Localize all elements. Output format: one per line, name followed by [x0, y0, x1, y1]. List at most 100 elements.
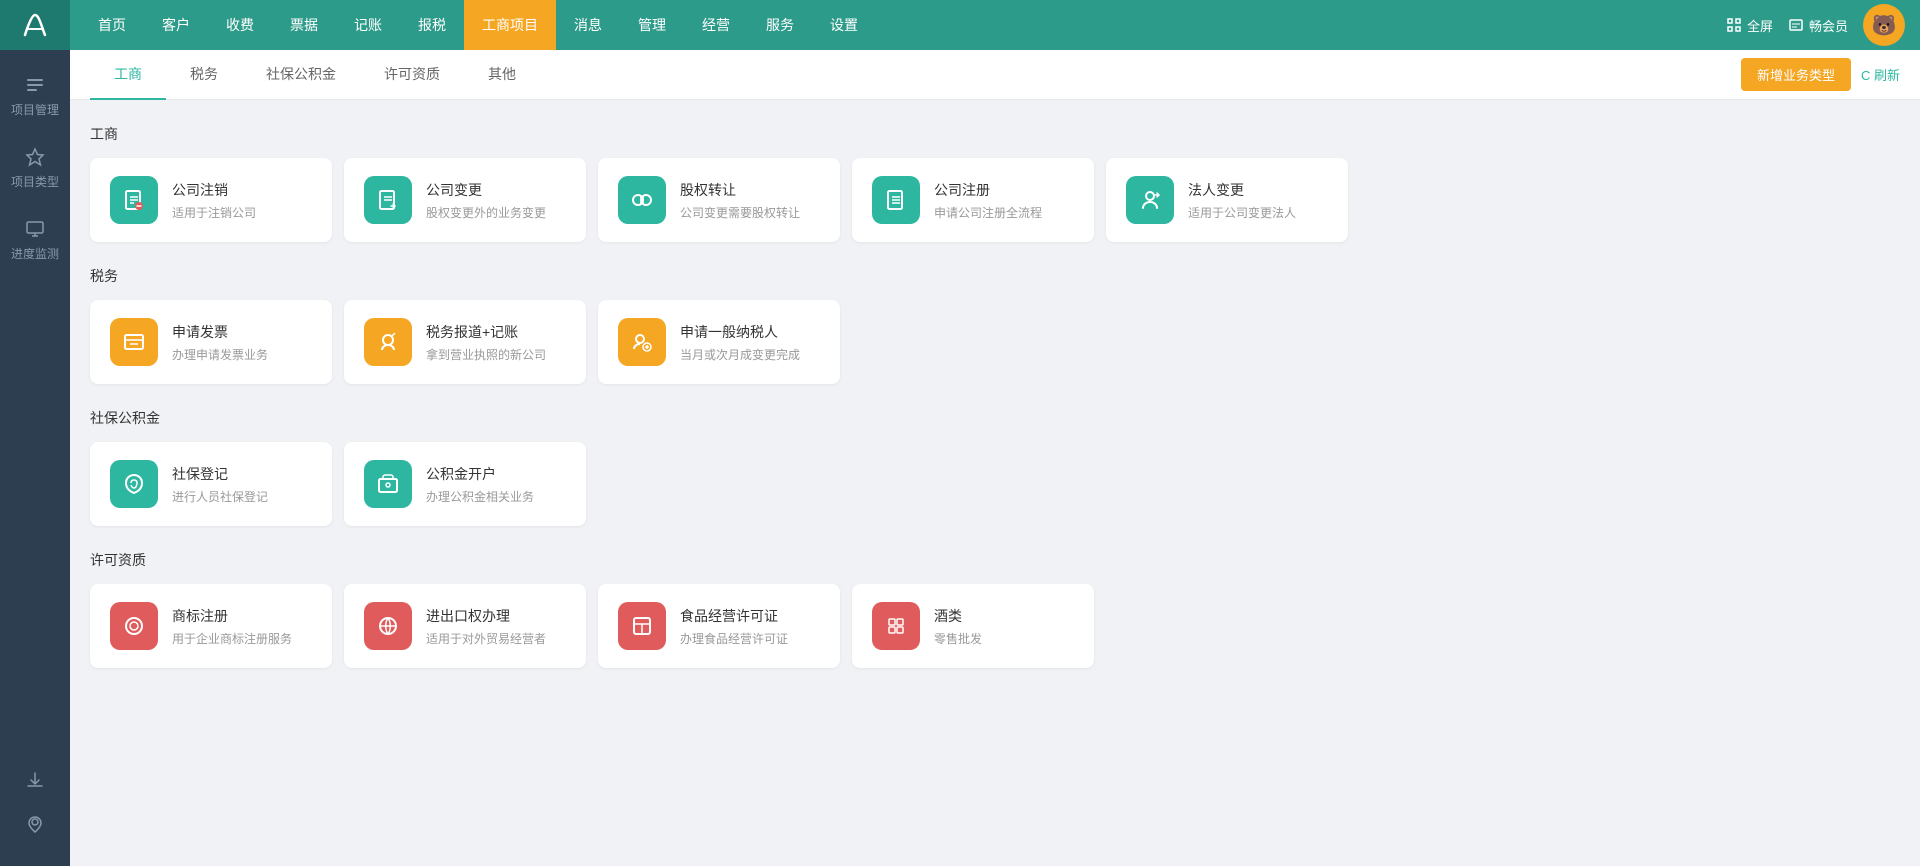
card-icon-alcohol: [872, 602, 920, 650]
nav-home[interactable]: 首页: [80, 0, 144, 50]
card-icon-equity-transfer: [618, 176, 666, 224]
card-name-legal-change: 法人变更: [1188, 180, 1296, 200]
fullscreen-icon: [1726, 17, 1742, 33]
card-equity-transfer[interactable]: 股权转让 公司变更需要股权转让: [598, 158, 840, 242]
tab-tax[interactable]: 税务: [166, 50, 242, 100]
section-title-license: 许可资质: [90, 550, 1900, 570]
refresh-button[interactable]: C 刷新: [1861, 65, 1900, 84]
nav-ticket[interactable]: 票据: [272, 0, 336, 50]
card-info-fund-account: 公积金开户 办理公积金相关业务: [426, 464, 534, 505]
nav-industrial[interactable]: 工商项目: [464, 0, 556, 50]
nav-operation[interactable]: 经营: [684, 0, 748, 50]
card-company-change[interactable]: 公司变更 股权变更外的业务变更: [344, 158, 586, 242]
card-name-alcohol: 酒类: [934, 606, 982, 626]
card-info-equity-transfer: 股权转让 公司变更需要股权转让: [680, 180, 800, 221]
card-icon-company-register: [872, 176, 920, 224]
sidebar-label-project-type: 项目类型: [11, 173, 59, 190]
card-name-food-license: 食品经营许可证: [680, 606, 788, 626]
card-company-cancel[interactable]: 公司注销 适用于注销公司: [90, 158, 332, 242]
card-icon-trademark: [110, 602, 158, 650]
card-name-social-insurance: 社保登记: [172, 464, 268, 484]
sidebar-bottom: [0, 758, 70, 866]
card-info-company-change: 公司变更 股权变更外的业务变更: [426, 180, 546, 221]
card-legal-change[interactable]: 法人变更 适用于公司变更法人: [1106, 158, 1348, 242]
sidebar-item-progress[interactable]: 进度监测: [0, 204, 70, 276]
card-info-tax-report: 税务报道+记账 拿到营业执照的新公司: [426, 322, 546, 363]
nav-fee[interactable]: 收费: [208, 0, 272, 50]
card-name-company-change: 公司变更: [426, 180, 546, 200]
cards-tax: 申请发票 办理申请发票业务 税务报道+记账 拿到营业执照的新公司: [90, 300, 1900, 384]
download-icon: [25, 770, 45, 790]
tab-right-actions: 新增业务类型 C 刷新: [1741, 58, 1900, 99]
card-icon-fund-account: [364, 460, 412, 508]
card-info-trademark: 商标注册 用于企业商标注册服务: [172, 606, 292, 647]
card-desc-invoice: 办理申请发票业务: [172, 346, 268, 363]
nav-manage[interactable]: 管理: [620, 0, 684, 50]
sidebar-location[interactable]: [0, 802, 70, 846]
tab-other[interactable]: 其他: [464, 50, 540, 100]
section-title-social: 社保公积金: [90, 408, 1900, 428]
card-import-export[interactable]: 进出口权办理 适用于对外贸易经营者: [344, 584, 586, 668]
new-type-button[interactable]: 新增业务类型: [1741, 58, 1851, 91]
card-alcohol[interactable]: 酒类 零售批发: [852, 584, 1094, 668]
card-company-register[interactable]: 公司注册 申请公司注册全流程: [852, 158, 1094, 242]
card-info-company-cancel: 公司注销 适用于注销公司: [172, 180, 256, 221]
card-tax-report[interactable]: 税务报道+记账 拿到营业执照的新公司: [344, 300, 586, 384]
card-desc-company-change: 股权变更外的业务变更: [426, 204, 546, 221]
card-info-invoice: 申请发票 办理申请发票业务: [172, 322, 268, 363]
card-name-taxpayer: 申请一般纳税人: [680, 322, 800, 342]
scroll-content[interactable]: 工商 公司注销 适用于注销公司: [70, 100, 1920, 866]
content-area: 工商 税务 社保公积金 许可资质 其他 新增业务类型 C 刷新 工商: [70, 50, 1920, 866]
card-name-fund-account: 公积金开户: [426, 464, 534, 484]
card-fund-account[interactable]: 公积金开户 办理公积金相关业务: [344, 442, 586, 526]
nav-right: 全屏 畅会员 🐻: [1726, 4, 1920, 46]
card-info-legal-change: 法人变更 适用于公司变更法人: [1188, 180, 1296, 221]
nav-message[interactable]: 消息: [556, 0, 620, 50]
main-layout: 项目管理 项目类型 进度监测: [0, 50, 1920, 866]
nav-items: 首页 客户 收费 票据 记账 报税 工商项目 消息 管理 经营 服务 设置: [70, 0, 1726, 50]
nav-tax[interactable]: 报税: [400, 0, 464, 50]
top-navigation: 首页 客户 收费 票据 记账 报税 工商项目 消息 管理 经营 服务 设置 全屏: [0, 0, 1920, 50]
logo: [0, 0, 70, 50]
list-icon: [24, 74, 46, 96]
card-name-company-register: 公司注册: [934, 180, 1042, 200]
sidebar: 项目管理 项目类型 进度监测: [0, 50, 70, 866]
sidebar-item-project-type[interactable]: 项目类型: [0, 132, 70, 204]
card-info-social-insurance: 社保登记 进行人员社保登记: [172, 464, 268, 505]
card-desc-fund-account: 办理公积金相关业务: [426, 488, 534, 505]
tab-social-insurance[interactable]: 社保公积金: [242, 50, 360, 100]
location-icon: [25, 814, 45, 834]
star-icon: [24, 146, 46, 168]
sidebar-download[interactable]: [0, 758, 70, 802]
card-name-equity-transfer: 股权转让: [680, 180, 800, 200]
nav-bookkeeping[interactable]: 记账: [336, 0, 400, 50]
card-name-invoice: 申请发票: [172, 322, 268, 342]
card-taxpayer[interactable]: 申请一般纳税人 当月或次月成变更完成: [598, 300, 840, 384]
tab-industrial[interactable]: 工商: [90, 50, 166, 100]
sidebar-item-project-manage[interactable]: 项目管理: [0, 60, 70, 132]
nav-service[interactable]: 服务: [748, 0, 812, 50]
card-info-food-license: 食品经营许可证 办理食品经营许可证: [680, 606, 788, 647]
card-name-tax-report: 税务报道+记账: [426, 322, 546, 342]
section-title-industrial: 工商: [90, 124, 1900, 144]
nav-customer[interactable]: 客户: [144, 0, 208, 50]
tab-bar: 工商 税务 社保公积金 许可资质 其他 新增业务类型 C 刷新: [70, 50, 1920, 100]
card-icon-invoice: [110, 318, 158, 366]
card-desc-alcohol: 零售批发: [934, 630, 982, 647]
card-invoice[interactable]: 申请发票 办理申请发票业务: [90, 300, 332, 384]
card-desc-legal-change: 适用于公司变更法人: [1188, 204, 1296, 221]
fullscreen-button[interactable]: 全屏: [1726, 16, 1773, 35]
card-social-insurance[interactable]: 社保登记 进行人员社保登记: [90, 442, 332, 526]
card-desc-company-register: 申请公司注册全流程: [934, 204, 1042, 221]
card-trademark[interactable]: 商标注册 用于企业商标注册服务: [90, 584, 332, 668]
tab-license[interactable]: 许可资质: [360, 50, 464, 100]
card-icon-legal-change: [1126, 176, 1174, 224]
nav-settings[interactable]: 设置: [812, 0, 876, 50]
member-button[interactable]: 畅会员: [1788, 16, 1848, 35]
card-food-license[interactable]: 食品经营许可证 办理食品经营许可证: [598, 584, 840, 668]
card-name-company-cancel: 公司注销: [172, 180, 256, 200]
card-name-import-export: 进出口权办理: [426, 606, 546, 626]
card-info-company-register: 公司注册 申请公司注册全流程: [934, 180, 1042, 221]
card-icon-social-insurance: [110, 460, 158, 508]
card-icon-import-export: [364, 602, 412, 650]
